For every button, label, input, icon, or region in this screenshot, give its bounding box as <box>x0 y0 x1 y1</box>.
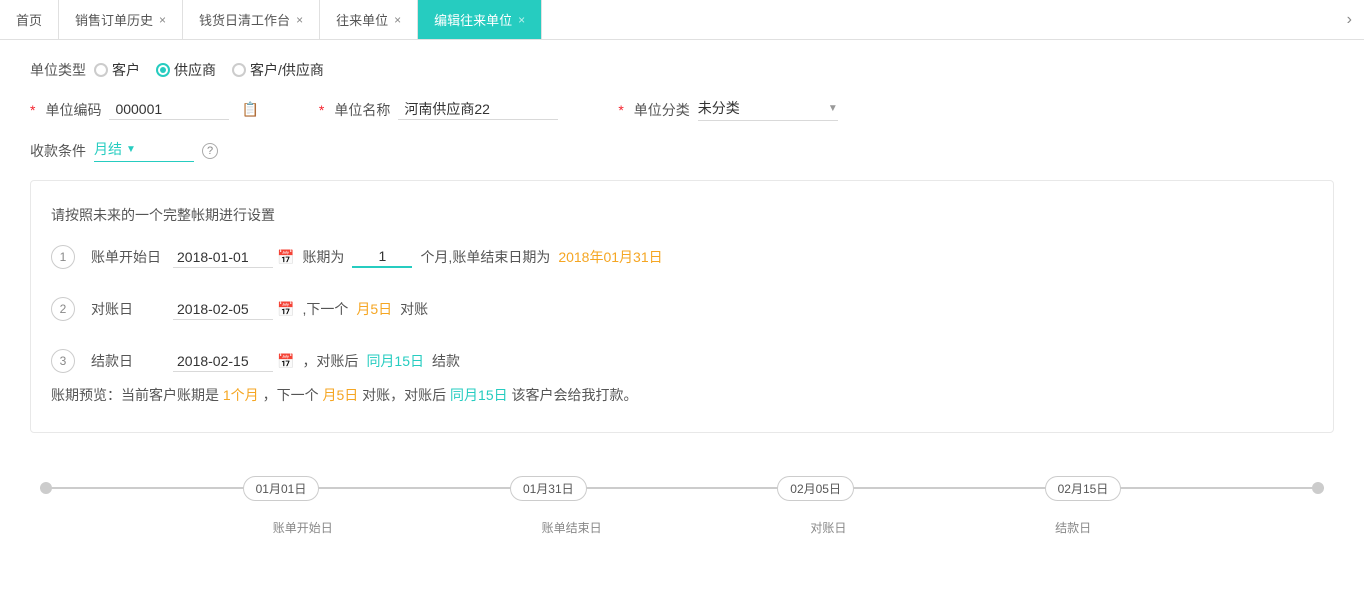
tab-close-icon[interactable]: × <box>394 13 401 27</box>
unit-name-field: * 单位名称 <box>319 99 558 120</box>
tab-close-icon[interactable]: × <box>159 13 166 27</box>
timeline-node-4: 02月15日 <box>1045 476 1122 501</box>
unit-category-dropdown[interactable]: 未分类 ▼ <box>698 98 838 121</box>
step-2-num: 2 <box>51 297 75 321</box>
step-1-num: 1 <box>51 245 75 269</box>
timeline-label-4: 结款日 <box>1055 519 1091 536</box>
unit-category-field: * 单位分类 未分类 ▼ <box>618 98 837 121</box>
radio-circle-customer <box>94 63 108 77</box>
code-name-category-row: * 单位编码 📋 * 单位名称 * 单位分类 未分类 ▼ <box>30 98 1334 121</box>
calendar-icon-1[interactable]: 📅 <box>277 249 294 266</box>
radio-circle-supplier <box>156 63 170 77</box>
unit-type-row: 单位类型 客户 供应商 客户/供应商 <box>30 60 1334 80</box>
step-3-date-input[interactable] <box>173 351 273 372</box>
timeline-node-1: 01月01日 <box>243 476 320 501</box>
tab-close-icon[interactable]: × <box>518 13 525 27</box>
step-1-date-input[interactable] <box>173 247 273 268</box>
step-1-desc-before: 账期为 <box>302 247 344 267</box>
timeline-node-3-badge: 02月05日 <box>777 476 854 501</box>
step-3-desc-before: ，对账后 <box>302 351 358 371</box>
step-2-desc-after: 对账 <box>400 299 428 319</box>
tab-sales-history[interactable]: 销售订单历史 × <box>59 0 183 39</box>
radio-circle-both <box>232 63 246 77</box>
payment-terms-dropdown[interactable]: 月结 ▼ <box>94 139 194 162</box>
settings-card: 请按照未来的一个完整帐期进行设置 1 账单开始日 📅 账期为 个月,账单结束日期… <box>30 180 1334 433</box>
step-3-desc-after: 结款 <box>432 351 460 371</box>
required-star: * <box>319 102 324 118</box>
radio-customer[interactable]: 客户 <box>94 60 140 80</box>
tab-cash-work[interactable]: 钱货日清工作台 × <box>183 0 320 39</box>
timeline-node-1-badge: 01月01日 <box>243 476 320 501</box>
tab-partner[interactable]: 往来单位 × <box>320 0 418 39</box>
card-title: 请按照未来的一个完整帐期进行设置 <box>51 205 1313 225</box>
preview-suffix: 该客户会给我打款。 <box>512 387 638 403</box>
radio-both[interactable]: 客户/供应商 <box>232 60 324 80</box>
preview-prefix: 账期预览：当前客户账期是 <box>51 387 219 403</box>
tab-more-button[interactable]: › <box>1335 0 1364 39</box>
step-2-date-input[interactable] <box>173 299 273 320</box>
timeline-start-dot <box>40 476 52 501</box>
unit-code-label: 单位编码 <box>45 100 101 120</box>
timeline-label-3: 对账日 <box>810 519 846 536</box>
payment-terms-field: 收款条件 月结 ▼ ? <box>30 139 218 162</box>
timeline-label-2: 账单结束日 <box>542 519 602 536</box>
unit-name-input[interactable] <box>398 99 558 120</box>
timeline-label-1: 账单开始日 <box>273 519 333 536</box>
unit-name-label: 单位名称 <box>334 100 390 120</box>
calendar-icon-3[interactable]: 📅 <box>277 353 294 370</box>
preview-period: 1个月 <box>223 387 259 403</box>
timeline-end-dot <box>1312 476 1324 501</box>
timeline-node-4-badge: 02月15日 <box>1045 476 1122 501</box>
step-3-num: 3 <box>51 349 75 373</box>
step-3-label: 结款日 <box>91 351 161 371</box>
tab-close-icon[interactable]: × <box>296 13 303 27</box>
chevron-down-icon: ▼ <box>126 144 136 155</box>
step-1-desc-after: 个月,账单结束日期为 <box>420 247 550 267</box>
unit-code-field: * 单位编码 📋 <box>30 99 259 120</box>
step-2-row: 2 对账日 📅 ,下一个 月5日 对账 <box>51 297 1313 321</box>
tab-home[interactable]: 首页 <box>0 0 59 39</box>
tab-bar: 首页 销售订单历史 × 钱货日清工作台 × 往来单位 × 编辑往来单位 × › <box>0 0 1364 40</box>
chevron-down-icon: ▼ <box>828 103 838 114</box>
unit-category-label: 单位分类 <box>634 100 690 120</box>
radio-supplier[interactable]: 供应商 <box>156 60 216 80</box>
calendar-icon-2[interactable]: 📅 <box>277 301 294 318</box>
step-1-row: 1 账单开始日 📅 账期为 个月,账单结束日期为 2018年01月31日 <box>51 245 1313 269</box>
preview-reconcile: 月5日 <box>322 387 358 403</box>
step-1-label: 账单开始日 <box>91 247 161 267</box>
timeline-section: 01月01日 01月31日 02月05日 02月15日 <box>30 463 1334 536</box>
unit-type-radio-group: 客户 供应商 客户/供应商 <box>94 60 324 80</box>
step-3-highlight: 同月15日 <box>366 351 424 371</box>
unit-type-field: 单位类型 客户 供应商 客户/供应商 <box>30 60 324 80</box>
payment-terms-label: 收款条件 <box>30 141 86 161</box>
timeline-node-2-badge: 01月31日 <box>510 476 587 501</box>
step-1-end-date: 2018年01月31日 <box>558 247 662 267</box>
unit-code-input[interactable] <box>109 99 229 120</box>
help-icon[interactable]: ? <box>202 143 218 159</box>
preview-mid1: ，下一个 <box>263 387 319 403</box>
step-3-row: 3 结款日 📅 ，对账后 同月15日 结款 <box>51 349 1313 373</box>
tab-edit-partner[interactable]: 编辑往来单位 × <box>418 0 542 39</box>
period-input[interactable] <box>352 246 412 268</box>
timeline-node-2: 01月31日 <box>510 476 587 501</box>
preview-mid2: 对账，对账后 <box>362 387 446 403</box>
timeline-node-3: 02月05日 <box>777 476 854 501</box>
preview-row: 账期预览：当前客户账期是 1个月 ，下一个 月5日 对账，对账后 同月15日 该… <box>51 383 1313 408</box>
step-2-highlight: 月5日 <box>356 299 392 319</box>
copy-icon[interactable]: 📋 <box>241 101 258 118</box>
preview-payment: 同月15日 <box>450 387 508 403</box>
step-2-label: 对账日 <box>91 299 161 319</box>
step-2-desc-before: ,下一个 <box>302 299 348 319</box>
unit-type-label: 单位类型 <box>30 60 86 80</box>
main-content: 单位类型 客户 供应商 客户/供应商 * 单位编码 <box>0 40 1364 608</box>
required-star: * <box>618 102 623 118</box>
timeline-labels-row: 账单开始日 账单结束日 对账日 结款日 <box>40 519 1324 536</box>
payment-terms-row: 收款条件 月结 ▼ ? <box>30 139 1334 162</box>
required-star: * <box>30 102 35 118</box>
